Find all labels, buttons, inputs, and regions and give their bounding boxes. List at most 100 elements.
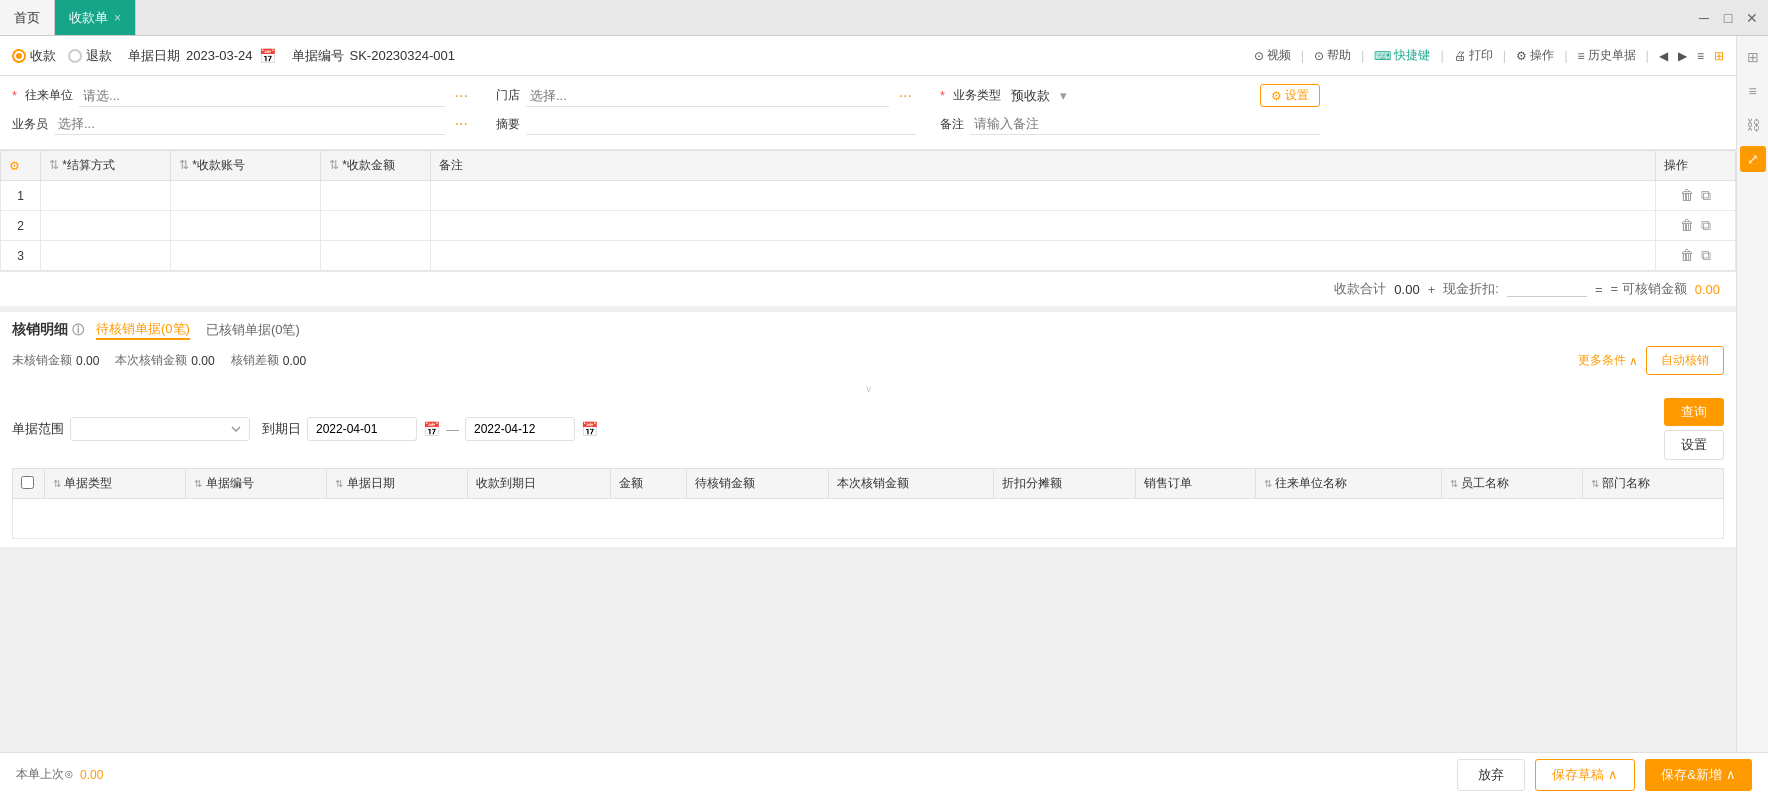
pending-tab[interactable]: 待核销单据(0笔) [96, 320, 190, 340]
business-type-arrow-icon[interactable]: ▾ [1060, 88, 1067, 103]
due-date-from-input[interactable] [307, 417, 417, 441]
table-icon[interactable]: ⊞ [1740, 44, 1766, 70]
sort-bill-type[interactable]: ⇅ [53, 478, 61, 489]
tab-home[interactable]: 首页 [0, 0, 55, 35]
sort-settle-icon[interactable]: ⇅ [49, 158, 59, 172]
col-counterparty: ⇅ 往来单位名称 [1256, 469, 1442, 499]
list-view[interactable]: ≡ [1697, 49, 1704, 63]
expand-icon[interactable]: ⤢ [1740, 146, 1766, 172]
discard-button[interactable]: 放弃 [1457, 759, 1525, 791]
verify-info-icon[interactable]: ⓘ [72, 322, 84, 339]
summary-input[interactable] [526, 113, 916, 135]
calendar-to-icon[interactable]: 📅 [581, 421, 598, 437]
business-type-value: 预收款 [1011, 87, 1050, 105]
range-field: 单据范围 [12, 417, 250, 441]
row3-remark[interactable] [431, 241, 1656, 271]
form-area: * 往来单位 ··· 门店 ··· * 业务类型 预收款 ▾ ⚙ [0, 76, 1736, 150]
auto-clear-button[interactable]: 自动核销 [1646, 346, 1724, 375]
row1-amount[interactable] [321, 181, 431, 211]
tab-receipt[interactable]: 收款单 × [55, 0, 136, 35]
save-draft-button[interactable]: 保存草稿 ∧ [1535, 759, 1635, 791]
setting-query-button[interactable]: 设置 [1664, 430, 1724, 460]
verify-diff: 核销差额 0.00 [231, 352, 306, 369]
row2-account[interactable] [171, 211, 321, 241]
select-all-checkbox[interactable] [21, 476, 34, 489]
sort-bill-date[interactable]: ⇅ [335, 478, 343, 489]
row2-settle[interactable] [41, 211, 171, 241]
discount-input[interactable] [1507, 281, 1587, 297]
sort-bill-no[interactable]: ⇅ [194, 478, 202, 489]
row2-amount[interactable] [321, 211, 431, 241]
next-action[interactable]: ▶ [1678, 49, 1687, 63]
save-new-button[interactable]: 保存&新增 ∧ [1645, 759, 1752, 791]
salesperson-input[interactable] [54, 113, 445, 135]
sort-dept[interactable]: ⇅ [1591, 478, 1599, 489]
done-tab[interactable]: 已核销单据(0笔) [206, 321, 300, 339]
sort-counterparty[interactable]: ⇅ [1264, 478, 1272, 489]
col-gear-icon[interactable]: ⚙ [9, 159, 20, 173]
minimize-btn[interactable]: ─ [1696, 10, 1712, 26]
due-date-to-input[interactable] [465, 417, 575, 441]
prev-action[interactable]: ◀ [1659, 49, 1668, 63]
video-action[interactable]: ⊙ 视频 [1254, 47, 1291, 64]
close-btn[interactable]: ✕ [1744, 10, 1760, 26]
col-header-gear[interactable]: ⚙ [1, 151, 41, 181]
range-select[interactable] [70, 417, 250, 441]
remark-input[interactable] [970, 113, 1320, 135]
verify-diff-value: 0.00 [283, 354, 306, 368]
bottom-info: 本单上次⊙ 0.00 [16, 766, 103, 783]
bill-date-value: 2023-03-24 [186, 48, 253, 63]
bill-number-field: 单据编号 SK-20230324-001 [292, 47, 456, 65]
bill-number-label: 单据编号 [292, 47, 344, 65]
query-button[interactable]: 查询 [1664, 398, 1724, 426]
tab-close-icon[interactable]: × [114, 11, 121, 25]
row3-delete-icon[interactable]: 🗑 [1680, 247, 1694, 263]
row2-delete-icon[interactable]: 🗑 [1680, 217, 1694, 233]
row1-account[interactable] [171, 181, 321, 211]
row1-delete-icon[interactable]: 🗑 [1680, 187, 1694, 203]
operate-icon: ⚙ [1516, 49, 1527, 63]
refund-radio[interactable]: 退款 [68, 47, 112, 65]
shortcut-label: 快捷键 [1394, 47, 1430, 64]
link-icon[interactable]: ⛓ [1740, 112, 1766, 138]
shortcut-action[interactable]: ⌨ 快捷键 [1374, 47, 1430, 64]
counterparty-more-icon[interactable]: ··· [451, 87, 472, 105]
store-input[interactable] [526, 85, 889, 107]
right-sidebar: ⊞ ≡ ⛓ ⤢ [1736, 36, 1768, 752]
doc-icon[interactable]: ≡ [1740, 78, 1766, 104]
salesperson-more-icon[interactable]: ··· [451, 115, 472, 133]
store-more-icon[interactable]: ··· [895, 87, 916, 105]
row3-account[interactable] [171, 241, 321, 271]
row3-settle[interactable] [41, 241, 171, 271]
row1-num: 1 [1, 181, 41, 211]
result-label: = 可核销金额 [1610, 280, 1686, 298]
row3-copy-icon[interactable]: ⧉ [1701, 247, 1711, 263]
sort-account-icon[interactable]: ⇅ [179, 158, 189, 172]
row2-remark[interactable] [431, 211, 1656, 241]
calendar-from-icon[interactable]: 📅 [423, 421, 440, 437]
setting-button[interactable]: ⚙ 设置 [1260, 84, 1320, 107]
row1-copy-icon[interactable]: ⧉ [1701, 187, 1711, 203]
row1-settle[interactable] [41, 181, 171, 211]
bottom-actions: 放弃 保存草稿 ∧ 保存&新增 ∧ [1457, 759, 1752, 791]
sort-amount-icon[interactable]: ⇅ [329, 158, 339, 172]
help-action[interactable]: ⊙ 帮助 [1314, 47, 1351, 64]
plus-sign: + [1428, 282, 1436, 297]
sep6: | [1646, 48, 1649, 63]
operate-action[interactable]: ⚙ 操作 [1516, 47, 1554, 64]
equals-sign: = [1595, 282, 1603, 297]
more-conditions-btn[interactable]: 更多条件 ∧ [1578, 352, 1638, 369]
history-action[interactable]: ≡ 历史单据 [1578, 47, 1636, 64]
calendar-icon[interactable]: 📅 [259, 48, 276, 64]
toolbar-actions: ⊙ 视频 | ⊙ 帮助 | ⌨ 快捷键 | 🖨 打印 | ⚙ 操作 [1254, 47, 1724, 64]
row1-remark[interactable] [431, 181, 1656, 211]
sort-employee[interactable]: ⇅ [1450, 478, 1458, 489]
counterparty-input[interactable] [79, 85, 445, 107]
maximize-btn[interactable]: □ [1720, 10, 1736, 26]
row2-copy-icon[interactable]: ⧉ [1701, 217, 1711, 233]
receipt-radio[interactable]: 收款 [12, 47, 56, 65]
row3-amount[interactable] [321, 241, 431, 271]
print-action[interactable]: 🖨 打印 [1454, 47, 1493, 64]
grid-view[interactable]: ⊞ [1714, 49, 1724, 63]
remark-field: 备注 [940, 113, 1320, 135]
